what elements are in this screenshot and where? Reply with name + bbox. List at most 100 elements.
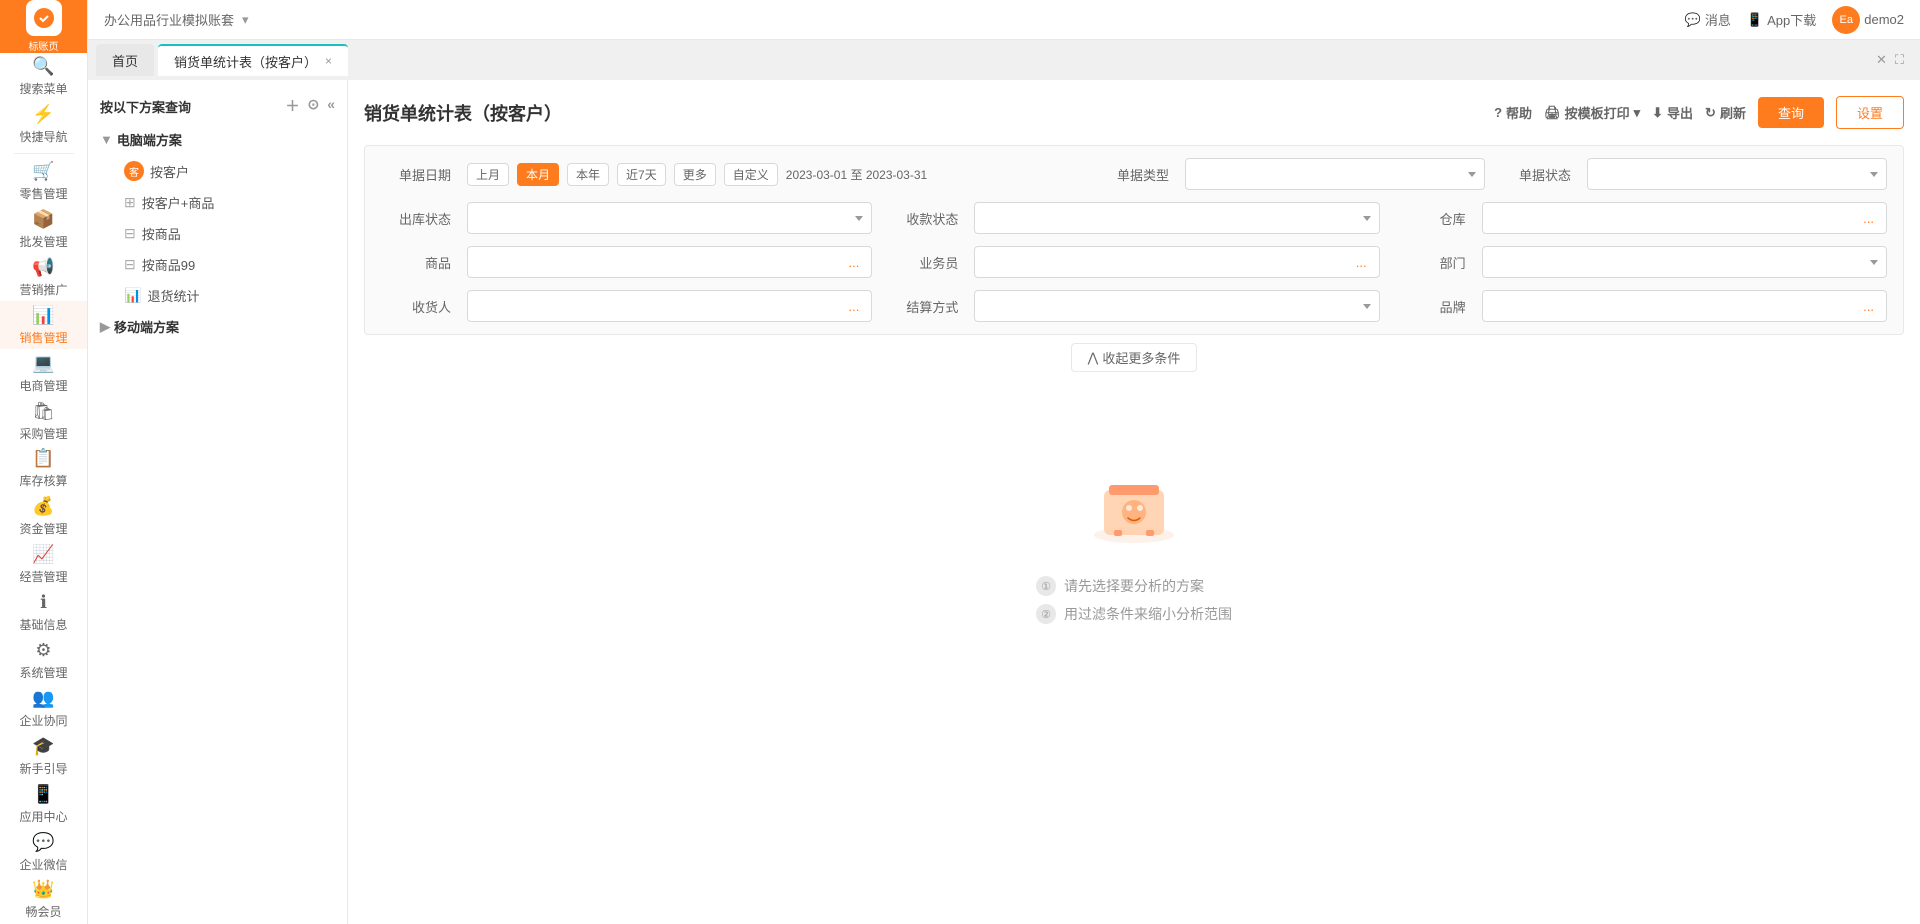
collapse-button[interactable]: ⋀ 收起更多条件 bbox=[1071, 343, 1198, 372]
receipt-status-select[interactable] bbox=[974, 202, 1379, 234]
out-status-dropdown-icon bbox=[855, 216, 863, 221]
dept-dropdown-icon bbox=[1870, 260, 1878, 265]
page-title-row: 销货单统计表（按客户） ? 帮助 🖨 按模板打印 ▾ ⬇ 导出 bbox=[364, 96, 1904, 129]
customer-goods-icon: ⊞ bbox=[124, 194, 136, 211]
date-btn-custom[interactable]: 自定义 bbox=[724, 163, 778, 186]
logo-icon bbox=[26, 0, 62, 36]
brand-select[interactable]: ... bbox=[1482, 290, 1887, 322]
edit-scheme-button[interactable]: ⊙ bbox=[307, 96, 319, 116]
tree-item-by-goods[interactable]: ⊟ 按商品 bbox=[88, 218, 347, 249]
tree-item-return[interactable]: 📊 退货统计 bbox=[88, 280, 347, 311]
sidebar-item-retail[interactable]: 🛒 零售管理 bbox=[0, 158, 88, 206]
dept-select[interactable] bbox=[1482, 246, 1887, 278]
tab-home[interactable]: 首页 bbox=[96, 44, 154, 76]
tree-group-mobile[interactable]: ▶ 移动端方案 bbox=[88, 311, 347, 342]
receiver-select[interactable]: ... bbox=[467, 290, 872, 322]
sidebar-item-wechat[interactable]: 💬 企业微信 bbox=[0, 828, 88, 876]
add-scheme-button[interactable]: ＋ bbox=[285, 96, 299, 116]
ecommerce-icon: 💻 bbox=[32, 353, 54, 374]
sidebar-item-sales[interactable]: 📊 销售管理 bbox=[0, 301, 88, 349]
warehouse-dots[interactable]: ... bbox=[1859, 211, 1878, 226]
sidebar-item-basic[interactable]: ℹ 基础信息 bbox=[0, 589, 88, 637]
active-tab-label: 销货单统计表（按客户） bbox=[174, 52, 317, 71]
tree-group-pc[interactable]: ▼ 电脑端方案 bbox=[88, 124, 347, 155]
tip-num-1: ① bbox=[1036, 576, 1056, 596]
brand-dots[interactable]: ... bbox=[1859, 299, 1878, 314]
left-panel: 按以下方案查询 ＋ ⊙ « ▼ 电脑端方案 客 按客户 ⊞ 按客户+商品 bbox=[88, 80, 348, 924]
sidebar-item-marketing[interactable]: 📢 营销推广 bbox=[0, 253, 88, 301]
guide-icon: 🎓 bbox=[32, 736, 54, 757]
sidebar-item-apps[interactable]: 📱 应用中心 bbox=[0, 780, 88, 828]
doc-status-select[interactable] bbox=[1587, 158, 1887, 190]
tree-item-by-goods-label: 按商品 bbox=[142, 224, 181, 243]
wholesale-icon: 📦 bbox=[32, 209, 54, 230]
collapse-up-icon: ⋀ bbox=[1088, 350, 1099, 366]
receiver-label: 收货人 bbox=[381, 297, 451, 316]
sidebar-item-purchase[interactable]: 🛍 采购管理 bbox=[0, 397, 88, 445]
sidebar-item-finance[interactable]: 💰 资金管理 bbox=[0, 493, 88, 541]
sidebar-item-management[interactable]: 📈 经营管理 bbox=[0, 541, 88, 589]
tab-active[interactable]: 销货单统计表（按客户） × bbox=[158, 44, 348, 76]
warehouse-select[interactable]: ... bbox=[1482, 202, 1887, 234]
window-close-icon[interactable]: ✕ bbox=[1876, 52, 1887, 68]
sidebar-item-shortcut[interactable]: ⚡ 快捷导航 bbox=[0, 101, 88, 149]
goods99-icon: ⊟ bbox=[124, 256, 136, 273]
tree-item-by-customer[interactable]: 客 按客户 bbox=[88, 155, 347, 187]
sidebar-item-ecommerce[interactable]: 💻 电商管理 bbox=[0, 349, 88, 397]
window-maximize-icon[interactable]: ⛶ bbox=[1895, 52, 1904, 68]
message-item[interactable]: 💬 消息 bbox=[1685, 10, 1731, 29]
help-action[interactable]: ? 帮助 bbox=[1494, 103, 1532, 122]
out-status-select[interactable] bbox=[467, 202, 872, 234]
doc-type-select[interactable] bbox=[1185, 158, 1485, 190]
tree-item-customer-goods[interactable]: ⊞ 按客户+商品 bbox=[88, 187, 347, 218]
print-action[interactable]: 🖨 按模板打印 ▾ bbox=[1544, 103, 1640, 122]
finance-icon: 💰 bbox=[32, 496, 54, 517]
sidebar-item-inventory[interactable]: 📋 库存核算 bbox=[0, 445, 88, 493]
logo-text: 标账页 bbox=[29, 38, 59, 53]
doc-status-dropdown-icon bbox=[1870, 172, 1878, 177]
industry-label: 办公用品行业模拟账套 bbox=[104, 10, 234, 29]
sidebar-item-collab[interactable]: 👥 企业协同 bbox=[0, 684, 88, 732]
sidebar-logo: 标账页 bbox=[0, 0, 88, 53]
receipt-status-dropdown-icon bbox=[1363, 216, 1371, 221]
sidebar-item-vip[interactable]: 👑 畅会员 bbox=[0, 876, 88, 924]
date-btn-this-month[interactable]: 本月 bbox=[517, 163, 559, 186]
sidebar: 标账页 🔍 搜索菜单 ⚡ 快捷导航 🛒 零售管理 📦 批发管理 📢 营销推广 📊… bbox=[0, 0, 88, 924]
sidebar-item-wholesale[interactable]: 📦 批发管理 bbox=[0, 206, 88, 254]
export-icon: ⬇ bbox=[1652, 105, 1663, 121]
date-btn-last-month[interactable]: 上月 bbox=[467, 163, 509, 186]
help-icon: ? bbox=[1494, 105, 1502, 120]
export-action[interactable]: ⬇ 导出 bbox=[1652, 103, 1693, 122]
tab-close-button[interactable]: × bbox=[325, 54, 332, 68]
page-title-actions: ? 帮助 🖨 按模板打印 ▾ ⬇ 导出 ↻ 刷新 bbox=[1494, 96, 1904, 129]
receiver-dots[interactable]: ... bbox=[844, 299, 863, 314]
date-filter-label: 单据日期 bbox=[381, 165, 451, 184]
app-download-item[interactable]: 📱 App下载 bbox=[1747, 10, 1816, 29]
query-button[interactable]: 查询 bbox=[1758, 97, 1824, 128]
empty-illustration bbox=[1074, 440, 1194, 560]
date-btn-more[interactable]: 更多 bbox=[674, 163, 716, 186]
app-download-icon: 📱 bbox=[1747, 12, 1763, 28]
warehouse-label: 仓库 bbox=[1396, 209, 1466, 228]
date-filter-value: 上月 本月 本年 近7天 更多 自定义 2023-03-01 至 2023-03… bbox=[467, 163, 1083, 186]
refresh-action[interactable]: ↻ 刷新 bbox=[1705, 103, 1746, 122]
sidebar-item-system[interactable]: ⚙ 系统管理 bbox=[0, 637, 88, 685]
sidebar-item-search[interactable]: 🔍 搜索菜单 bbox=[0, 53, 88, 101]
out-status-label: 出库状态 bbox=[381, 209, 451, 228]
collapse-panel-button[interactable]: « bbox=[327, 96, 335, 116]
date-btn-this-year[interactable]: 本年 bbox=[567, 163, 609, 186]
staff-select[interactable]: ... bbox=[974, 246, 1379, 278]
filter-section: 单据日期 上月 本月 本年 近7天 更多 自定义 2023-03-01 至 20… bbox=[364, 145, 1904, 335]
staff-dots[interactable]: ... bbox=[1352, 255, 1371, 270]
user-profile[interactable]: Ea demo2 bbox=[1832, 6, 1904, 34]
sidebar-divider-1 bbox=[14, 153, 74, 154]
dropdown-chevron-icon[interactable]: ▾ bbox=[242, 12, 249, 28]
tree-item-goods99[interactable]: ⊟ 按商品99 bbox=[88, 249, 347, 280]
sidebar-item-guide[interactable]: 🎓 新手引导 bbox=[0, 732, 88, 780]
settlement-select[interactable] bbox=[974, 290, 1379, 322]
goods-select[interactable]: ... bbox=[467, 246, 872, 278]
date-btn-7days[interactable]: 近7天 bbox=[617, 163, 666, 186]
settings-button[interactable]: 设置 bbox=[1836, 96, 1904, 129]
doc-type-dropdown-icon bbox=[1468, 172, 1476, 177]
goods-dots[interactable]: ... bbox=[844, 255, 863, 270]
